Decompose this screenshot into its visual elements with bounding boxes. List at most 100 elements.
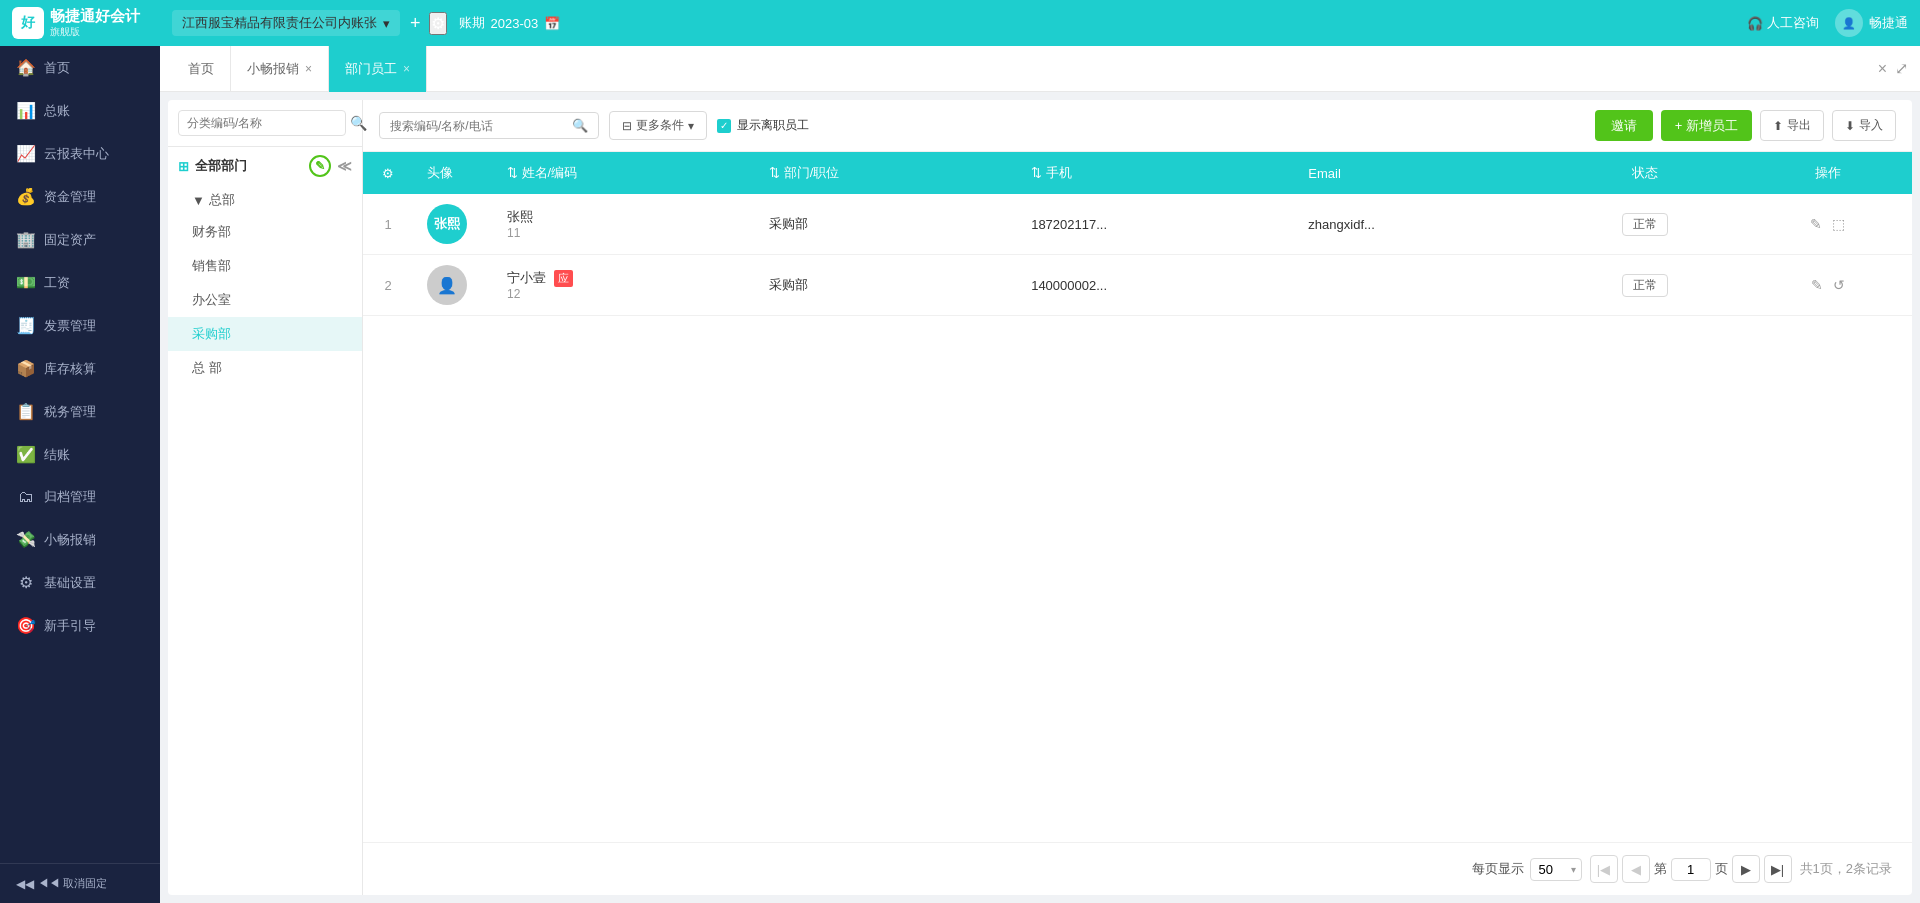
sidebar-item-label: 固定资产 bbox=[44, 231, 96, 249]
search-icon[interactable]: 🔍 bbox=[572, 118, 588, 133]
sidebar-item-reports[interactable]: 📈 云报表中心 bbox=[0, 132, 160, 175]
sidebar-item-close[interactable]: ✅ 结账 bbox=[0, 433, 160, 476]
sidebar-item-funds[interactable]: 💰 资金管理 bbox=[0, 175, 160, 218]
dept-tree-root[interactable]: ▼ 总部 bbox=[168, 185, 362, 215]
dept-tree-item-finance[interactable]: 财务部 bbox=[168, 215, 362, 249]
status-badge: 正常 bbox=[1622, 274, 1668, 297]
sidebar-item-invoice[interactable]: 🧾 发票管理 bbox=[0, 304, 160, 347]
page-input[interactable] bbox=[1671, 858, 1711, 881]
company-selector[interactable]: 江西服宝精品有限责任公司内账张 ▾ bbox=[172, 10, 400, 36]
tax-icon: 📋 bbox=[16, 402, 36, 421]
sidebar-item-home[interactable]: 🏠 首页 bbox=[0, 46, 160, 89]
sidebar-item-guide[interactable]: 🎯 新手引导 bbox=[0, 604, 160, 647]
service-button[interactable]: 🎧 人工咨询 bbox=[1747, 14, 1819, 32]
tab-department[interactable]: 部门员工 × bbox=[329, 46, 427, 92]
row-dept-cell: 采购部 bbox=[755, 194, 1017, 255]
col-name[interactable]: ⇅ 姓名/编码 bbox=[493, 152, 755, 194]
add-employee-button[interactable]: + 新增员工 bbox=[1661, 110, 1752, 141]
salary-icon: 💵 bbox=[16, 273, 36, 292]
employee-table: ⚙ 头像 ⇅ 姓名/编码 ⇅ 部门/职位 ⇅ 手机 bbox=[363, 152, 1912, 316]
show-resigned-toggle[interactable]: ✓ 显示离职员工 bbox=[717, 117, 809, 134]
col-email: Email bbox=[1294, 152, 1546, 194]
dept-tree: ▼ 总部 财务部 销售部 办公室 采购部 bbox=[168, 185, 362, 895]
table-row: 2 👤 宁小壹 应 12 bbox=[363, 255, 1912, 316]
dept-tree-item-purchase[interactable]: 采购部 bbox=[168, 317, 362, 351]
last-page-button[interactable]: ▶| bbox=[1764, 855, 1792, 883]
col-phone[interactable]: ⇅ 手机 bbox=[1017, 152, 1294, 194]
toolbar-right: 邀请 + 新增员工 ⬆ 导出 ⬇ 导入 bbox=[1595, 110, 1896, 141]
add-company-button[interactable]: + bbox=[410, 13, 421, 34]
prev-page-button[interactable]: ◀ bbox=[1622, 855, 1650, 883]
row-phone-cell: 140000002... bbox=[1017, 255, 1294, 316]
page-content: 🔍 ⊞ 全部部门 ✎ ≪ ▼ 总部 财务部 bbox=[168, 100, 1912, 895]
sidebar-item-assets[interactable]: 🏢 固定资产 bbox=[0, 218, 160, 261]
grid-icon: ⊞ bbox=[178, 159, 189, 174]
export-label: 导出 bbox=[1787, 117, 1811, 134]
calendar-icon[interactable]: 📅 bbox=[544, 16, 560, 31]
sidebar-item-expense[interactable]: 💸 小畅报销 bbox=[0, 518, 160, 561]
logo-icon: 好 bbox=[12, 7, 44, 39]
row-name-cell: 宁小壹 应 12 bbox=[493, 255, 755, 316]
filter-button[interactable]: ⊟ 更多条件 ▾ bbox=[609, 111, 707, 140]
dept-tree-item-sales[interactable]: 销售部 bbox=[168, 249, 362, 283]
sidebar-item-ledger[interactable]: 📊 总账 bbox=[0, 89, 160, 132]
col-name-label: ⇅ 姓名/编码 bbox=[507, 165, 577, 180]
per-page-select[interactable]: 50 10 20 100 bbox=[1530, 858, 1582, 881]
row-num: 2 bbox=[363, 255, 413, 316]
tab-expense[interactable]: 小畅报销 × bbox=[231, 46, 329, 92]
sidebar-item-salary[interactable]: 💵 工资 bbox=[0, 261, 160, 304]
edit-icon[interactable]: ✎ bbox=[1810, 216, 1822, 232]
dept-search-input[interactable] bbox=[178, 110, 346, 136]
sidebar-item-label: 首页 bbox=[44, 59, 70, 77]
sidebar-item-archive[interactable]: 🗂 归档管理 bbox=[0, 476, 160, 518]
emp-search-input[interactable] bbox=[390, 119, 566, 133]
row-phone-cell: 187202117... bbox=[1017, 194, 1294, 255]
row-email-cell: zhangxidf... bbox=[1294, 194, 1546, 255]
col-settings[interactable]: ⚙ bbox=[363, 152, 413, 194]
sidebar-item-settings[interactable]: ⚙ 基础设置 bbox=[0, 561, 160, 604]
edit-icon[interactable]: ✎ bbox=[1811, 277, 1823, 293]
tab-department-label: 部门员工 bbox=[345, 60, 397, 78]
col-dept-label: ⇅ 部门/职位 bbox=[769, 165, 839, 180]
tab-home[interactable]: 首页 bbox=[172, 46, 231, 92]
top-right: 🎧 人工咨询 👤 畅捷通 bbox=[1747, 9, 1908, 37]
row-avatar: 👤 bbox=[413, 255, 493, 316]
col-dept[interactable]: ⇅ 部门/职位 bbox=[755, 152, 1017, 194]
col-avatar: 头像 bbox=[413, 152, 493, 194]
show-resigned-label: 显示离职员工 bbox=[737, 117, 809, 134]
sidebar: 🏠 首页 📊 总账 📈 云报表中心 💰 资金管理 🏢 固定资产 💵 工资 🧾 发… bbox=[0, 46, 160, 903]
logo-sub: 旗舰版 bbox=[50, 25, 140, 39]
logout-icon[interactable]: ⬚ bbox=[1832, 216, 1845, 232]
row-status-cell: 正常 bbox=[1546, 255, 1743, 316]
cancel-pin-button[interactable]: ◀◀ ◀◀ 取消固定 bbox=[0, 863, 160, 903]
dept-edit-button[interactable]: ✎ bbox=[309, 155, 331, 177]
next-page-button[interactable]: ▶ bbox=[1732, 855, 1760, 883]
tab-expense-close[interactable]: × bbox=[305, 62, 312, 76]
invite-button[interactable]: 邀请 bbox=[1595, 110, 1653, 141]
dept-root-label: 总部 bbox=[209, 191, 235, 209]
settings-button[interactable]: ⚙ bbox=[429, 12, 447, 35]
sidebar-item-tax[interactable]: 📋 税务管理 bbox=[0, 390, 160, 433]
row-name-cell: 张熙 11 bbox=[493, 194, 755, 255]
import-button[interactable]: ⬇ 导入 bbox=[1832, 110, 1896, 141]
tab-department-close[interactable]: × bbox=[403, 62, 410, 76]
collapse-icon[interactable]: ≪ bbox=[337, 158, 352, 174]
export-button[interactable]: ⬆ 导出 bbox=[1760, 110, 1824, 141]
dept-header: ⊞ 全部部门 ✎ ≪ bbox=[168, 147, 362, 185]
user-name: 畅捷通 bbox=[1869, 14, 1908, 32]
sidebar-item-label: 资金管理 bbox=[44, 188, 96, 206]
dept-sales-label: 销售部 bbox=[192, 257, 231, 275]
row-action-cell: ✎ ↺ bbox=[1744, 255, 1912, 316]
delete-icon[interactable]: ↺ bbox=[1833, 277, 1845, 293]
sidebar-item-label: 工资 bbox=[44, 274, 70, 292]
dept-tree-item-general[interactable]: 总 部 bbox=[168, 351, 362, 385]
user-area[interactable]: 👤 畅捷通 bbox=[1835, 9, 1908, 37]
tab-expand-button[interactable]: ⤢ bbox=[1895, 59, 1908, 78]
reports-icon: 📈 bbox=[16, 144, 36, 163]
first-page-button[interactable]: |◀ bbox=[1590, 855, 1618, 883]
assets-icon: 🏢 bbox=[16, 230, 36, 249]
dept-tree-item-office[interactable]: 办公室 bbox=[168, 283, 362, 317]
tab-close-all-button[interactable]: × bbox=[1878, 59, 1887, 78]
sidebar-item-inventory[interactable]: 📦 库存核算 bbox=[0, 347, 160, 390]
sidebar-item-label: 库存核算 bbox=[44, 360, 96, 378]
